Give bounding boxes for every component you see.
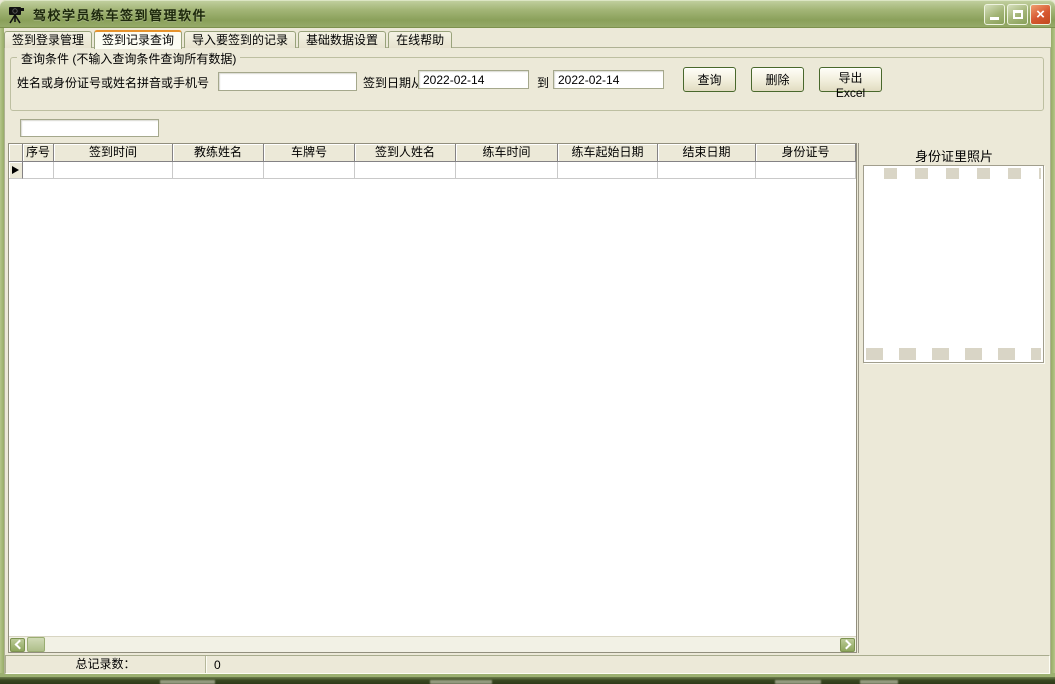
column-header-id-number: 身份证号 bbox=[756, 144, 856, 162]
grid-header-row: 序号 签到时间 教练姓名 车牌号 签到人姓名 练车时间 练车起始日期 结束日期 … bbox=[9, 144, 856, 162]
taskbar-text-remnant bbox=[430, 680, 492, 684]
column-header-practice-time: 练车时间 bbox=[456, 144, 558, 162]
current-row-arrow-icon bbox=[12, 166, 19, 174]
query-condition-groupbox: 查询条件 (不输入查询条件查询所有数据) 姓名或身份证号或姓名拼音或手机号 签到… bbox=[10, 50, 1044, 111]
close-button[interactable]: × bbox=[1030, 4, 1051, 25]
filmstrip-top-decoration bbox=[866, 168, 1041, 179]
window-border-right bbox=[1051, 28, 1055, 677]
name-filter-input[interactable] bbox=[218, 72, 357, 91]
tab-signin-login-management[interactable]: 签到登录管理 bbox=[4, 31, 93, 48]
date-to-input[interactable] bbox=[553, 70, 664, 89]
grid-cell[interactable] bbox=[456, 162, 558, 179]
scroll-left-button[interactable] bbox=[10, 637, 25, 652]
tab-import-records[interactable]: 导入要签到的记录 bbox=[184, 31, 297, 48]
tab-signin-record-query[interactable]: 签到记录查询 bbox=[94, 30, 183, 49]
delete-button[interactable]: 删除 bbox=[751, 67, 804, 92]
status-bar: 总记录数： 0 bbox=[5, 655, 1050, 674]
grid-cell[interactable] bbox=[355, 162, 456, 179]
total-records-label: 总记录数： bbox=[6, 656, 206, 673]
quick-filter-input[interactable] bbox=[20, 119, 159, 137]
filmstrip-bottom-decoration bbox=[866, 348, 1041, 360]
taskbar-text-remnant bbox=[160, 680, 215, 684]
grid-empty-row[interactable] bbox=[9, 162, 856, 179]
window-title: 驾校学员练车签到管理软件 bbox=[33, 7, 208, 23]
scrollbar-thumb[interactable] bbox=[27, 637, 45, 652]
close-icon: × bbox=[1036, 6, 1045, 23]
date-from-label: 签到日期从 bbox=[363, 76, 424, 90]
horizontal-scrollbar[interactable] bbox=[9, 636, 856, 652]
row-selector-cell[interactable] bbox=[9, 162, 23, 179]
grid-cell[interactable] bbox=[264, 162, 355, 179]
name-filter-label: 姓名或身份证号或姓名拼音或手机号 bbox=[17, 76, 210, 90]
camera-tripod-icon bbox=[9, 7, 24, 24]
export-excel-button[interactable]: 导出Excel bbox=[819, 67, 882, 100]
tab-basic-data-settings[interactable]: 基础数据设置 bbox=[298, 31, 387, 48]
column-header-practice-start-date: 练车起始日期 bbox=[558, 144, 658, 162]
panel-divider bbox=[858, 143, 859, 653]
minimize-button[interactable] bbox=[984, 4, 1005, 25]
chevron-right-icon bbox=[841, 639, 851, 650]
tab-online-help[interactable]: 在线帮助 bbox=[388, 31, 453, 48]
title-bar: 驾校学员练车签到管理软件 × bbox=[0, 0, 1055, 28]
date-to-label: 到 bbox=[537, 76, 550, 90]
query-button[interactable]: 查询 bbox=[683, 67, 736, 92]
id-photo-panel-title: 身份证里照片 bbox=[914, 149, 993, 164]
taskbar-text-remnant bbox=[775, 680, 821, 684]
grid-cell[interactable] bbox=[558, 162, 658, 179]
grid-cell[interactable] bbox=[23, 162, 54, 179]
tab-bar: 签到登录管理 签到记录查询 导入要签到的记录 基础数据设置 在线帮助 bbox=[4, 30, 454, 49]
grid-cell[interactable] bbox=[658, 162, 756, 179]
id-photo-box bbox=[863, 165, 1044, 363]
records-grid: 序号 签到时间 教练姓名 车牌号 签到人姓名 练车时间 练车起始日期 结束日期 … bbox=[8, 143, 857, 653]
query-groupbox-legend: 查询条件 (不输入查询条件查询所有数据) bbox=[17, 50, 241, 67]
grid-cell[interactable] bbox=[756, 162, 856, 179]
date-from-input[interactable] bbox=[418, 70, 529, 89]
row-selector-header bbox=[9, 144, 23, 162]
maximize-button[interactable] bbox=[1007, 4, 1028, 25]
column-header-signer-name: 签到人姓名 bbox=[355, 144, 456, 162]
total-records-value: 0 bbox=[214, 657, 221, 672]
desktop-taskbar-strip bbox=[0, 677, 1055, 684]
column-header-end-date: 结束日期 bbox=[658, 144, 756, 162]
minimize-icon bbox=[990, 17, 999, 20]
column-header-signin-time: 签到时间 bbox=[54, 144, 173, 162]
chevron-left-icon bbox=[14, 639, 24, 650]
maximize-icon bbox=[1012, 10, 1023, 19]
column-header-index: 序号 bbox=[23, 144, 54, 162]
app-window: 驾校学员练车签到管理软件 × 签到登录管理 签到记录查询 导入要签到的记录 基础… bbox=[0, 0, 1055, 684]
scroll-right-button[interactable] bbox=[840, 637, 855, 652]
taskbar-text-remnant bbox=[860, 680, 898, 684]
column-header-coach-name: 教练姓名 bbox=[173, 144, 264, 162]
column-header-plate-number: 车牌号 bbox=[264, 144, 355, 162]
grid-cell[interactable] bbox=[54, 162, 173, 179]
grid-cell[interactable] bbox=[173, 162, 264, 179]
